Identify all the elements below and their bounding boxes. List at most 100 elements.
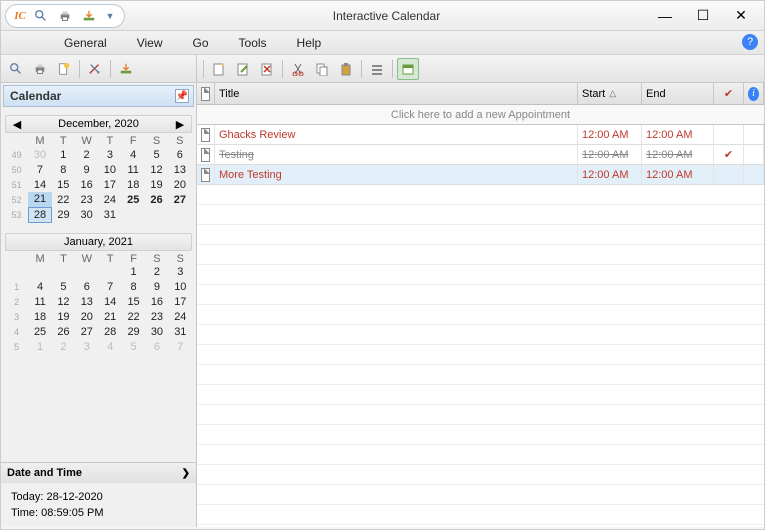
calendar-day[interactable]: 28: [28, 207, 51, 222]
calendar-day[interactable]: 7: [169, 340, 192, 355]
calendar-day[interactable]: 25: [28, 325, 51, 340]
search-icon[interactable]: [30, 5, 52, 27]
calendar-day[interactable]: 26: [145, 192, 168, 207]
row-complete-cell[interactable]: [714, 125, 744, 144]
col-title[interactable]: Title: [215, 83, 578, 104]
col-end[interactable]: End: [642, 83, 714, 104]
calendar-day[interactable]: 24: [98, 192, 121, 207]
paste-icon[interactable]: [335, 58, 357, 80]
calendar-day[interactable]: 1: [28, 340, 51, 355]
calendar-day[interactable]: 3: [98, 147, 121, 162]
calendar-day[interactable]: 21: [28, 192, 51, 207]
appointment-row[interactable]: More Testing12:00 AM12:00 AM: [197, 165, 764, 185]
new-appointment-row[interactable]: Click here to add a new Appointment: [197, 105, 764, 125]
calendar-day[interactable]: 26: [52, 325, 75, 340]
search-icon[interactable]: [5, 58, 27, 80]
calendar-day[interactable]: 22: [52, 192, 75, 207]
close-button[interactable]: ✕: [724, 5, 758, 27]
export-icon[interactable]: [78, 5, 100, 27]
calendar-day[interactable]: 2: [52, 340, 75, 355]
calendar-day[interactable]: 27: [75, 325, 98, 340]
calendar-day[interactable]: 2: [75, 147, 98, 162]
calendar-day[interactable]: 27: [168, 192, 191, 207]
calendar-day[interactable]: 17: [169, 295, 192, 310]
calendar-day[interactable]: 7: [99, 280, 122, 295]
print-icon[interactable]: [54, 5, 76, 27]
calendar-day[interactable]: 13: [75, 295, 98, 310]
calendar-day[interactable]: 25: [122, 192, 145, 207]
calendar-day[interactable]: 21: [99, 310, 122, 325]
print-icon[interactable]: [29, 58, 51, 80]
calendar-day[interactable]: 6: [168, 147, 191, 162]
calendar-day[interactable]: 6: [75, 280, 98, 295]
col-icon[interactable]: [197, 83, 215, 104]
calendar-day[interactable]: 9: [75, 162, 98, 177]
calendar-day[interactable]: 2: [145, 265, 168, 280]
menu-general[interactable]: General: [49, 32, 122, 54]
calendar-day[interactable]: 20: [75, 310, 98, 325]
calendar-day[interactable]: 3: [169, 265, 192, 280]
calendar-day[interactable]: 8: [52, 162, 75, 177]
calendar-day[interactable]: 12: [52, 295, 75, 310]
menu-view[interactable]: View: [122, 32, 178, 54]
new-icon[interactable]: [53, 58, 75, 80]
calendar-day[interactable]: 18: [28, 310, 51, 325]
list-view-icon[interactable]: [366, 58, 388, 80]
calendar-day[interactable]: 9: [145, 280, 168, 295]
appointment-row[interactable]: Ghacks Review12:00 AM12:00 AM: [197, 125, 764, 145]
next-month-icon[interactable]: ▶: [173, 118, 187, 131]
menu-help[interactable]: Help: [282, 32, 337, 54]
settings-icon[interactable]: [84, 58, 106, 80]
export-icon[interactable]: [115, 58, 137, 80]
calendar-day[interactable]: 15: [52, 177, 75, 192]
calendar-day[interactable]: 16: [145, 295, 168, 310]
calendar-day[interactable]: 5: [145, 147, 168, 162]
prev-month-icon[interactable]: ◀: [10, 118, 24, 131]
calendar-day[interactable]: 23: [75, 192, 98, 207]
calendar-day[interactable]: 19: [145, 177, 168, 192]
calendar-day[interactable]: 15: [122, 295, 145, 310]
calendar-day[interactable]: 4: [28, 280, 51, 295]
calendar-day[interactable]: 10: [98, 162, 121, 177]
calendar-day[interactable]: 31: [98, 207, 121, 222]
edit-icon[interactable]: [232, 58, 254, 80]
qat-dropdown-icon[interactable]: ▼: [102, 8, 118, 24]
copy-icon[interactable]: [311, 58, 333, 80]
calendar-day[interactable]: 22: [122, 310, 145, 325]
delete-icon[interactable]: [256, 58, 278, 80]
calendar-day[interactable]: 14: [28, 177, 51, 192]
calendar-day[interactable]: 29: [122, 325, 145, 340]
calendar-day[interactable]: 4: [122, 147, 145, 162]
calendar-day[interactable]: 14: [99, 295, 122, 310]
calendar-day[interactable]: 19: [52, 310, 75, 325]
calendar-day[interactable]: 5: [122, 340, 145, 355]
calendar-day[interactable]: 24: [169, 310, 192, 325]
calendar-day[interactable]: 3: [75, 340, 98, 355]
calendar-day[interactable]: 18: [122, 177, 145, 192]
calendar-day[interactable]: 20: [168, 177, 191, 192]
calendar-day[interactable]: 31: [169, 325, 192, 340]
cut-icon[interactable]: [287, 58, 309, 80]
maximize-button[interactable]: ☐: [686, 5, 720, 27]
calendar-day[interactable]: 23: [145, 310, 168, 325]
calendar-day[interactable]: 7: [28, 162, 51, 177]
calendar-day[interactable]: 8: [122, 280, 145, 295]
calendar-day[interactable]: 11: [122, 162, 145, 177]
menu-go[interactable]: Go: [178, 32, 224, 54]
col-info[interactable]: i: [744, 83, 764, 104]
calendar-day[interactable]: 16: [75, 177, 98, 192]
calendar-day[interactable]: 30: [145, 325, 168, 340]
calendar-day[interactable]: 1: [122, 265, 145, 280]
calendar-day[interactable]: 1: [52, 147, 75, 162]
datetime-header[interactable]: Date and Time ❯: [1, 463, 196, 483]
pin-icon[interactable]: 📌: [175, 89, 189, 103]
calendar-day[interactable]: 6: [145, 340, 168, 355]
col-start[interactable]: Start△: [578, 83, 642, 104]
minimize-button[interactable]: —: [648, 5, 682, 27]
calendar-day[interactable]: 29: [52, 207, 75, 222]
help-icon[interactable]: ?: [742, 34, 758, 50]
calendar-day[interactable]: 10: [169, 280, 192, 295]
row-complete-cell[interactable]: [714, 165, 744, 184]
calendar-day[interactable]: 5: [52, 280, 75, 295]
calendar-day[interactable]: 30: [75, 207, 98, 222]
